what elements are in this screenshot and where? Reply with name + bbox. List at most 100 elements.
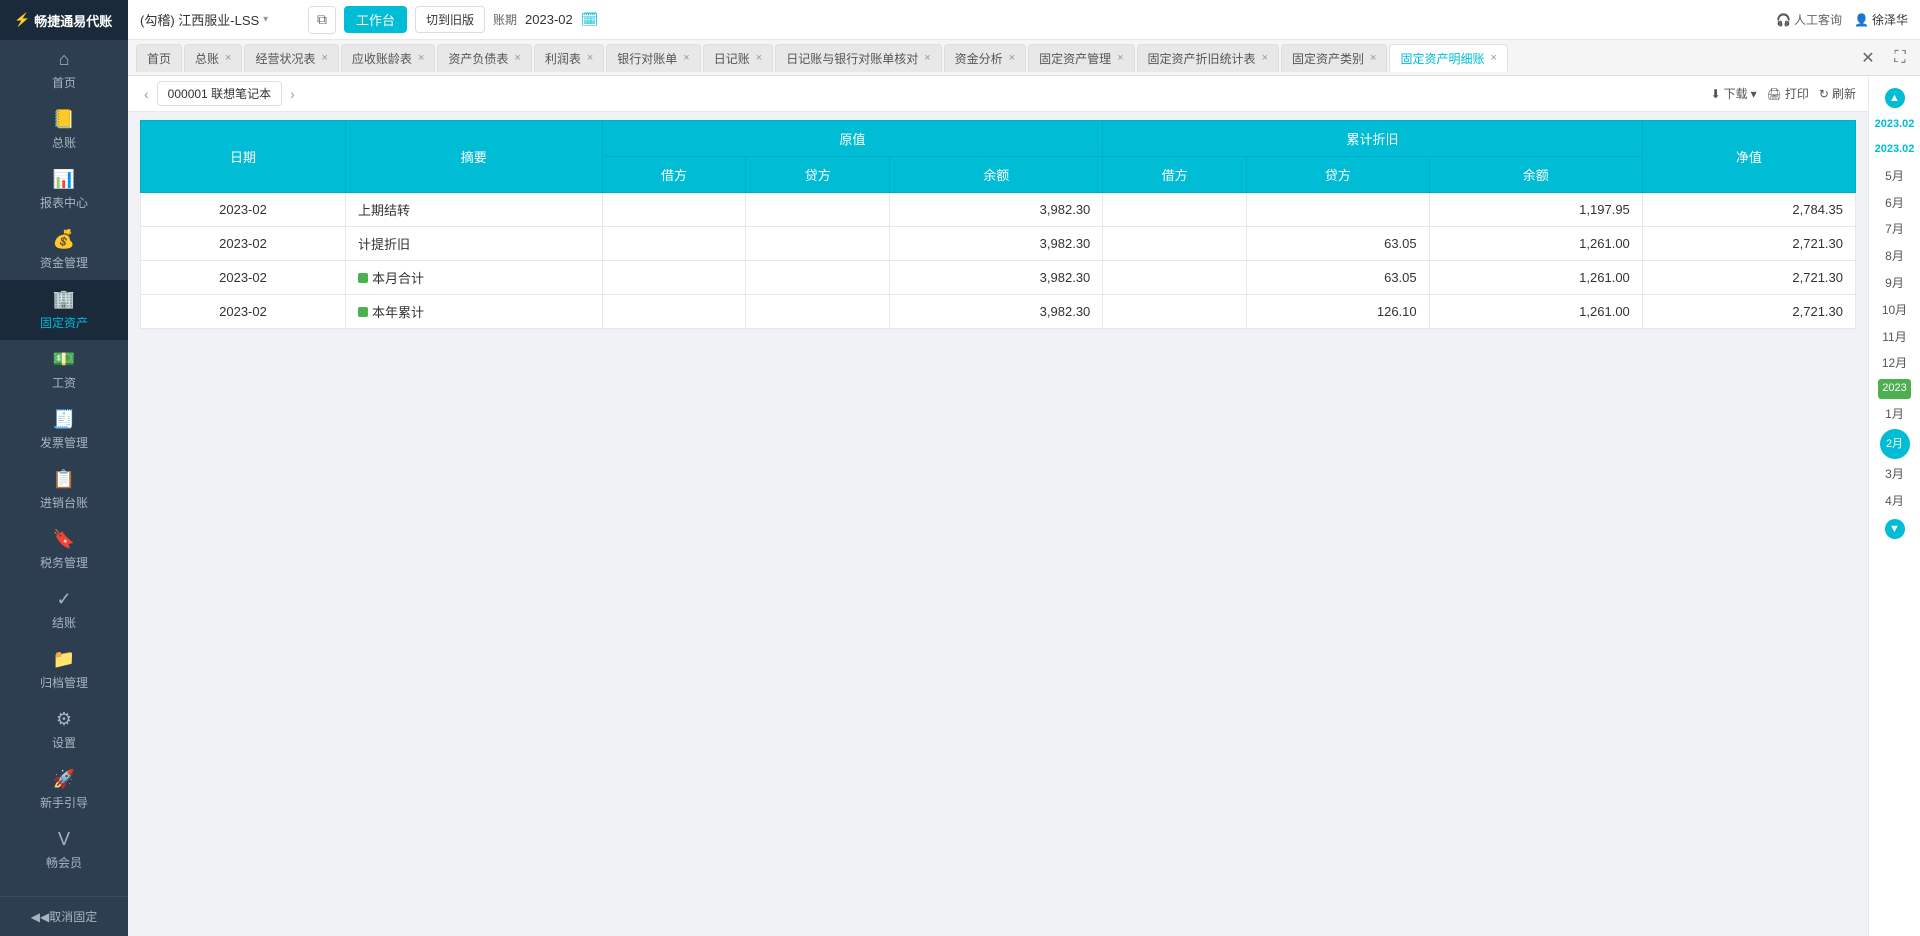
tab-close-icon[interactable]: × [321,53,327,64]
col-orig-debit: 借方 [602,157,746,193]
sidebar-item-settings[interactable]: ⚙ 设置 [0,700,128,760]
period-year-header: 2023.02 [1873,137,1917,162]
sidebar-item-label: 进销台账 [40,494,88,511]
cell-orig-credit [746,261,890,295]
tab-status[interactable]: 经营状况表× [244,44,338,72]
cell-dep-balance: 1,261.00 [1429,295,1642,329]
period-month-active[interactable]: 2月 [1880,429,1910,459]
period-month-item[interactable]: 11月 [1873,324,1917,351]
period-month-item[interactable]: 6月 [1873,190,1917,217]
print-label: 打印 [1785,85,1809,102]
cell-dep-credit: 126.10 [1247,295,1430,329]
cell-dep-credit: 63.05 [1247,227,1430,261]
cell-dep-balance: 1,261.00 [1429,227,1642,261]
sidebar-item-salary[interactable]: 💵 工资 [0,340,128,400]
sidebar-item-tax[interactable]: 🔖 税务管理 [0,520,128,580]
sidebar-item-archive[interactable]: 📁 归档管理 [0,640,128,700]
period-value: 2023-02 [525,12,573,27]
tab-profit[interactable]: 利润表× [534,44,604,72]
workbench-button[interactable]: 工作台 [344,6,407,33]
download-label: 下载 [1724,85,1748,102]
tab-close-icon[interactable]: × [683,53,689,64]
tab-close-icon[interactable]: × [1262,53,1268,64]
tab-fund[interactable]: 资金分析× [944,44,1026,72]
tab-label: 总账 [195,50,219,67]
asset-id: 000001 [168,87,208,101]
tab-balance[interactable]: 资产负债表× [437,44,531,72]
tab-fixed_cat[interactable]: 固定资产类别× [1281,44,1387,72]
tab-label: 固定资产明细账 [1400,50,1484,67]
nav-next-arrow[interactable]: › [286,84,299,104]
tab-bank[interactable]: 银行对账单× [606,44,700,72]
close-all-tabs-button[interactable]: ✕ [1856,46,1880,70]
tab-close-icon[interactable]: × [1370,53,1376,64]
sidebar-item-home[interactable]: ⌂ 首页 [0,40,128,100]
tab-close-icon[interactable]: × [418,53,424,64]
sidebar-item-ledger[interactable]: 📒 总账 [0,100,128,160]
sidebar-item-sales[interactable]: 📋 进销台账 [0,460,128,520]
copy-button[interactable]: ⧉ [308,6,336,34]
download-button[interactable]: ⬇ 下载 ▾ [1711,85,1757,102]
unpin-button[interactable]: ◀◀ 取消固定 [0,896,128,936]
sidebar-item-reports[interactable]: 📊 报表中心 [0,160,128,220]
asset-tag[interactable]: 000001 联想笔记本 [157,81,282,106]
sidebar-item-invoice[interactable]: 🧾 发票管理 [0,400,128,460]
period-month-item[interactable]: 5月 [1873,163,1917,190]
scroll-down-button[interactable]: ▼ [1885,519,1905,539]
sidebar-item-guide[interactable]: 🚀 新手引导 [0,760,128,820]
tab-bank_check[interactable]: 日记账与银行对账单核对× [775,44,941,72]
tab-fixed_dep[interactable]: 固定资产折旧统计表× [1137,44,1279,72]
tab-close-icon[interactable]: × [924,53,930,64]
archive-icon: 📁 [53,649,75,670]
user-profile-button[interactable]: 👤 徐泽华 [1854,11,1908,28]
period-month-item[interactable]: 10月 [1873,297,1917,324]
refresh-button[interactable]: ↻ 刷新 [1819,85,1856,102]
tab-label: 日记账 [714,50,750,67]
col-original-value: 原值 [602,121,1103,157]
tab-close-icon[interactable]: × [1009,53,1015,64]
tab-close-icon[interactable]: × [1117,53,1123,64]
sidebar-item-member[interactable]: V 畅会员 [0,820,128,880]
sidebar-item-fixed[interactable]: 🏢 固定资产 [0,280,128,340]
tab-journal[interactable]: 日记账 × [703,44,773,72]
tab-close-icon[interactable]: × [1490,53,1496,64]
period-month-item[interactable]: 12月 [1873,350,1917,377]
cell-orig-credit [746,295,890,329]
member-icon: V [58,829,70,850]
period-month-item[interactable]: 7月 [1873,216,1917,243]
topbar-right: 🎧 人工客询 👤 徐泽华 [1776,11,1908,28]
tab-receivable[interactable]: 应收账龄表× [341,44,435,72]
nav-prev-arrow[interactable]: ‹ [140,84,153,104]
tab-home[interactable]: 首页 [136,44,182,72]
tab-label: 首页 [147,50,171,67]
scroll-up-button[interactable]: ▲ [1885,88,1905,108]
calendar-icon[interactable]: 🗓 [581,11,599,28]
col-accumulated-dep: 累计折旧 [1103,121,1643,157]
tab-close-icon[interactable]: × [514,53,520,64]
period-month-item[interactable]: 3月 [1873,461,1917,488]
tab-fixed_mgmt[interactable]: 固定资产管理× [1028,44,1134,72]
switch-version-button[interactable]: 切到旧版 [415,6,485,33]
fullscreen-button[interactable]: ⛶ [1888,46,1912,70]
cell-date: 2023-02 [141,227,346,261]
period-month-item[interactable]: 8月 [1873,243,1917,270]
period-month-item[interactable]: 1月 [1873,401,1917,428]
table-row: 2023-02 上期结转 3,982.30 1,197.95 2,784.35 [141,193,1856,227]
tab-close-icon[interactable]: × [756,53,762,64]
app-logo: ⚡ 畅捷通易代账 [0,0,128,40]
period-month-item[interactable]: 4月 [1873,488,1917,515]
print-button[interactable]: 🖨 打印 [1767,85,1809,102]
company-selector[interactable]: (勾稽) 江西服业-LSS ▾ [140,10,300,29]
tab-close-icon[interactable]: × [225,53,231,64]
sidebar-item-label: 结账 [52,614,76,631]
support-button[interactable]: 🎧 人工客询 [1776,11,1842,28]
tab-fixed_detail[interactable]: 固定资产明细账 × [1389,44,1507,72]
tab-close-icon[interactable]: × [587,53,593,64]
sidebar-item-close[interactable]: ✓ 结账 [0,580,128,640]
reports-icon: 📊 [53,169,75,190]
sidebar-item-label: 归档管理 [40,674,88,691]
sidebar-item-fund[interactable]: 💰 资金管理 [0,220,128,280]
period-month-item[interactable]: 9月 [1873,270,1917,297]
cell-desc: 本月合计 [345,261,602,295]
tab-ledger[interactable]: 总账 × [184,44,242,72]
